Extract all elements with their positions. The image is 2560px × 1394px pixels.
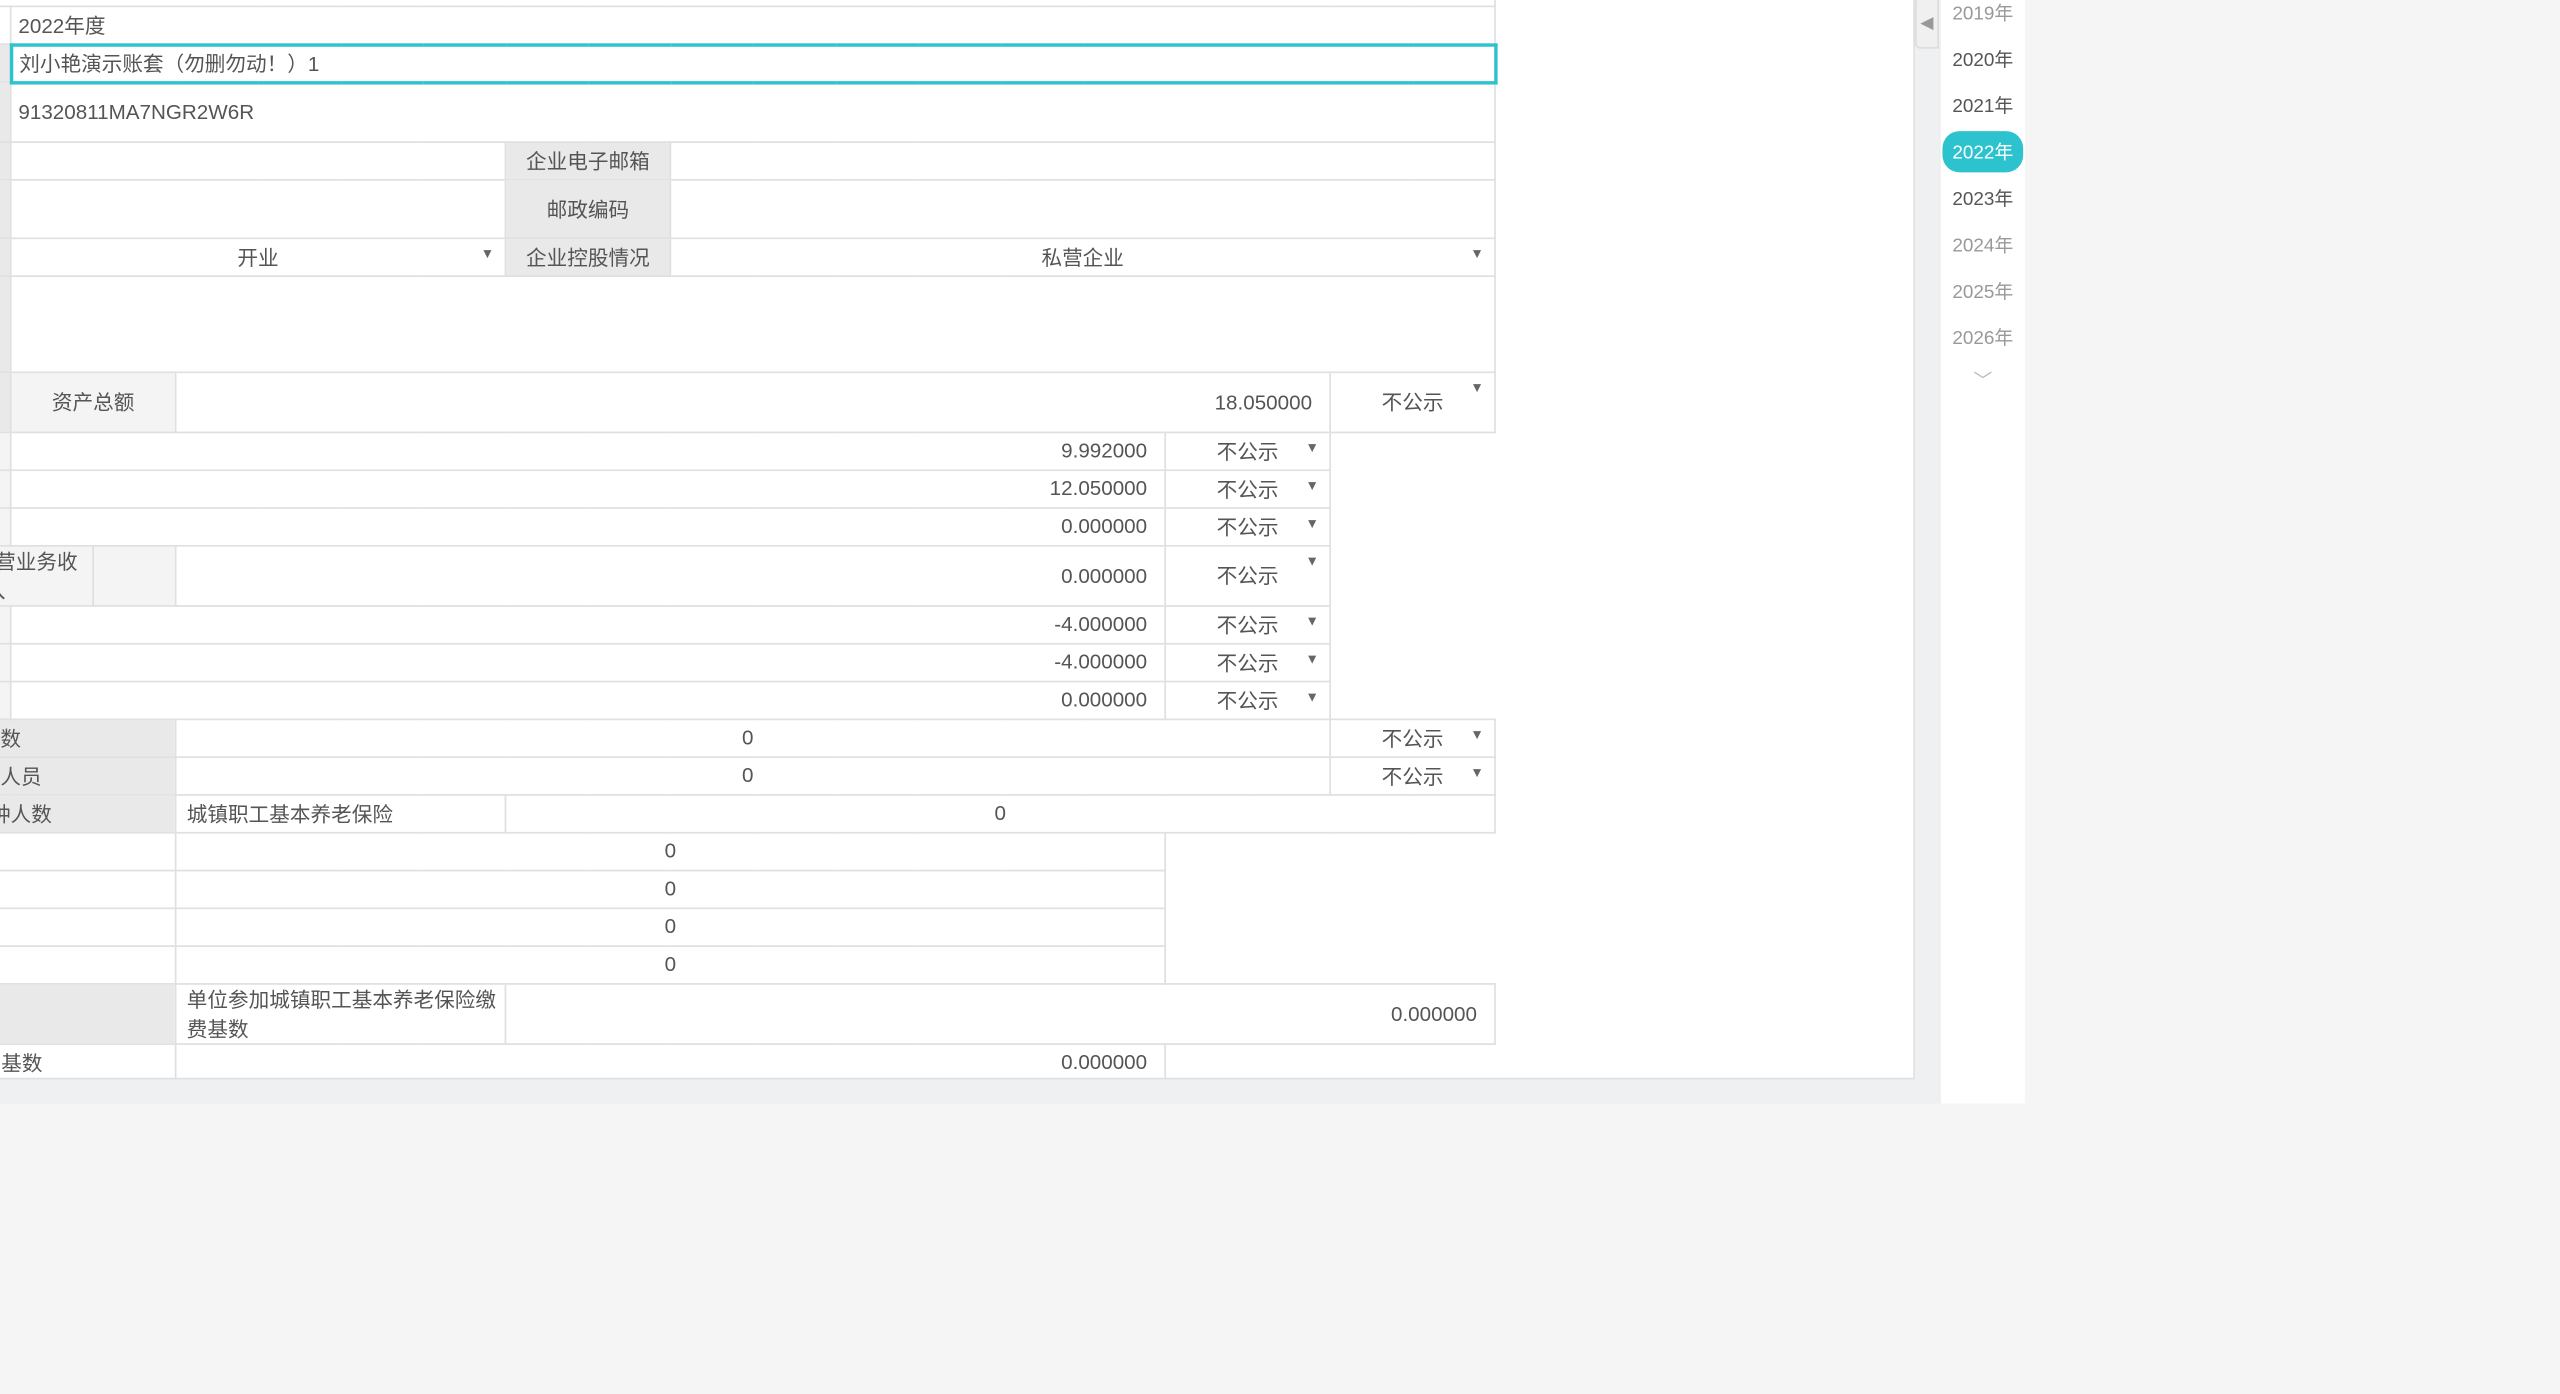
year-2020年[interactable]: 2020年 — [1942, 38, 2024, 79]
year-2022年[interactable]: 2022年 — [1942, 131, 2024, 172]
year-2026年[interactable]: 2026年 — [1942, 317, 2024, 358]
year-down-button[interactable]: ﹀ — [1970, 363, 1996, 397]
content-area: 基础信息 其他信息 重置报表 ⟳刷新 ABCDEFGHIJKLMNOPQRST1… — [0, 0, 2025, 1104]
year-2019年[interactable]: 2019年 — [1942, 0, 2024, 33]
year-2023年[interactable]: 2023年 — [1942, 178, 2024, 219]
collapse-rail-button[interactable]: ◀ — [1915, 0, 1939, 49]
year-2024年[interactable]: 2024年 — [1942, 224, 2024, 265]
year-2021年[interactable]: 2021年 — [1942, 85, 2024, 126]
year-rail: ︿ 2017年2018年2019年2020年2021年2022年2023年202… — [1939, 0, 2025, 1104]
year-2025年[interactable]: 2025年 — [1942, 270, 2024, 311]
spreadsheet[interactable]: ABCDEFGHIJKLMNOPQRST1工商年报信息表2税款所属期间：2022… — [0, 0, 1915, 1079]
